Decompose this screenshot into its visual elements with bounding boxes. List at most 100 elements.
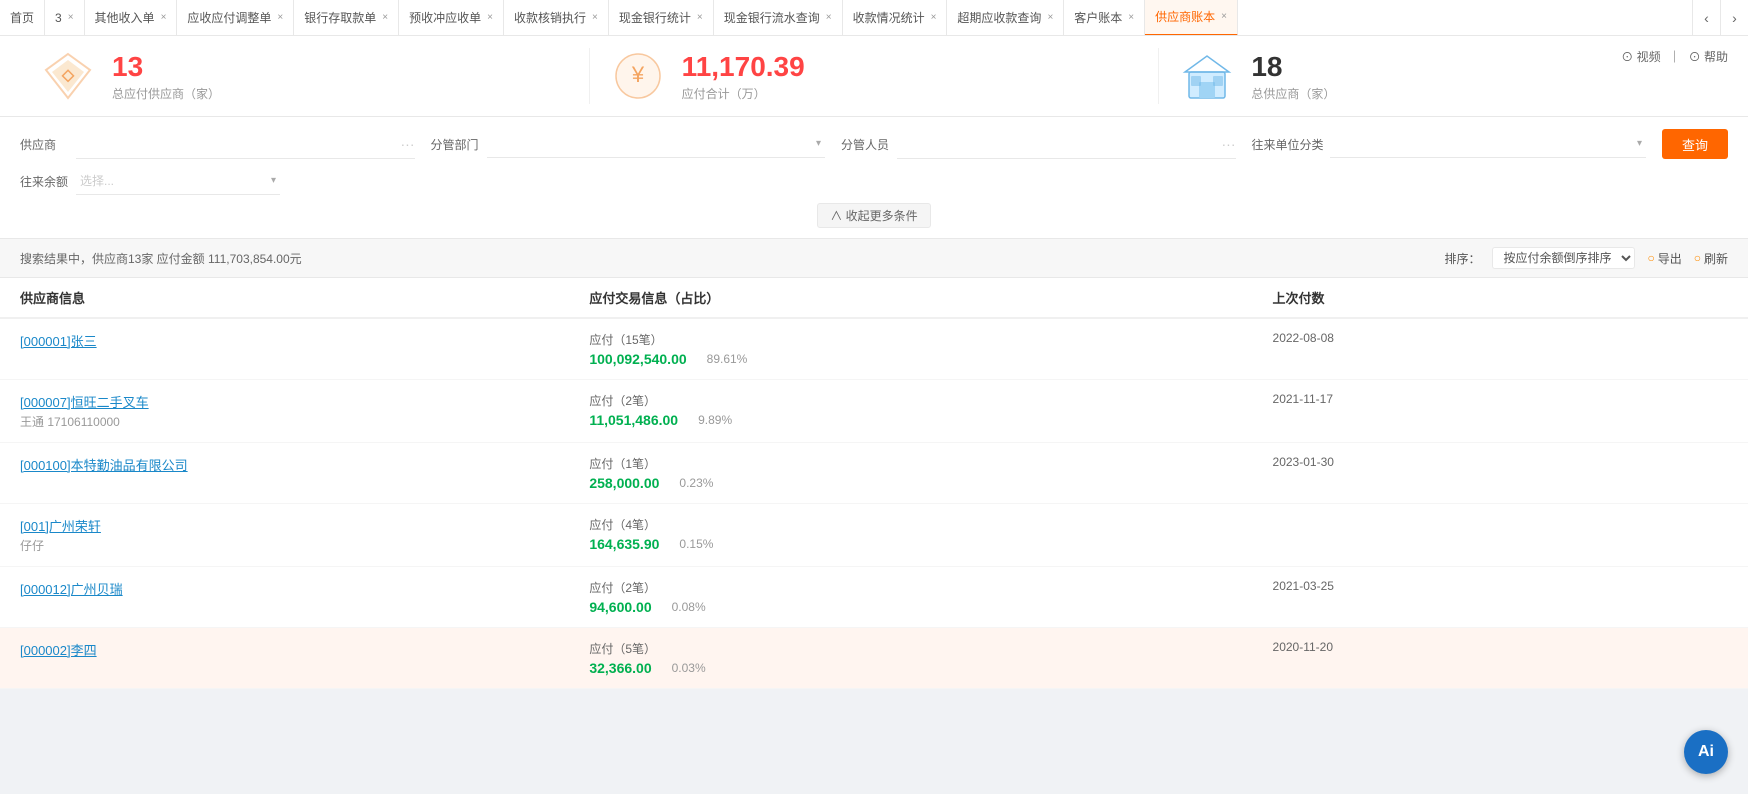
result-actions: 排序： 按应付余额倒序排序 ○ 导出 ○ 刷新 xyxy=(1444,247,1728,269)
summary-text-total: 18 总供应商（家） xyxy=(1251,50,1335,103)
close-icon[interactable]: × xyxy=(931,12,937,23)
supplier-name-link-1[interactable]: [000001]张三 xyxy=(20,331,589,350)
supplier-contact-2: 王通 17106110000 xyxy=(20,413,589,430)
summary-card-suppliers: ◇ 13 总应付供应商（家） xyxy=(20,48,589,104)
trans-row-1: 100,092,540.00 89.61% xyxy=(589,351,1272,367)
close-icon[interactable]: × xyxy=(592,12,598,23)
trans-pct-2: 9.89% xyxy=(698,413,732,427)
transaction-info-3: 应付（1笔） 258,000.00 0.23% xyxy=(589,455,1272,491)
close-icon[interactable]: × xyxy=(826,12,832,23)
supplier-name-link-6[interactable]: [000002]李四 xyxy=(20,640,589,659)
sort-select[interactable]: 按应付余额倒序排序 xyxy=(1492,247,1635,269)
nav-tab-cash-bank-stats[interactable]: 现金银行统计 × xyxy=(609,0,714,36)
nav-tab-receipt-stats-label: 收款情况统计 xyxy=(853,9,925,26)
filter-dept: 分管部门 ▾ xyxy=(431,130,826,158)
nav-tab-prepay[interactable]: 预收冲应收单 × xyxy=(399,0,504,36)
trans-amount-3[interactable]: 258,000.00 xyxy=(589,475,659,491)
nav-tab-other-income[interactable]: 其他收入单 × xyxy=(85,0,178,36)
transaction-info-5: 应付（2笔） 94,600.00 0.08% xyxy=(589,579,1272,615)
supplier-dots-icon[interactable]: ··· xyxy=(401,136,415,152)
nav-tab-receipt-stats[interactable]: 收款情况统计 × xyxy=(843,0,948,36)
nav-tab-3[interactable]: 3 × xyxy=(45,0,85,36)
supplier-name-link-4[interactable]: [001]广州荣轩 xyxy=(20,516,589,535)
trans-pct-5: 0.08% xyxy=(672,600,706,614)
close-icon[interactable]: × xyxy=(697,12,703,23)
table-row: [000002]李四 应付（5笔） 32,366.00 0.03% 2020-1… xyxy=(0,628,1748,689)
nav-next-arrow[interactable]: › xyxy=(1720,0,1748,36)
nav-tab-overdue-ar[interactable]: 超期应收款查询 × xyxy=(947,0,1064,36)
nav-tab-home-label: 首页 xyxy=(10,9,34,26)
top-navigation: 首页 3 × 其他收入单 × 应收应付调整单 × 银行存取款单 × 预收冲应收单… xyxy=(0,0,1748,36)
nav-tab-bank-deposit[interactable]: 银行存取款单 × xyxy=(294,0,399,36)
supplier-info-6: [000002]李四 xyxy=(20,640,589,659)
nav-tab-customer-account-label: 客户账本 xyxy=(1074,9,1122,26)
trans-amount-4[interactable]: 164,635.90 xyxy=(589,536,659,552)
unit-class-select[interactable] xyxy=(1330,130,1646,158)
trans-amount-1[interactable]: 100,092,540.00 xyxy=(589,351,686,367)
close-icon[interactable]: × xyxy=(1128,12,1134,23)
top-right-links: ⊙ 视频 ｜ ⊙ 帮助 xyxy=(1621,48,1728,65)
nav-tab-customer-account[interactable]: 客户账本 × xyxy=(1064,0,1145,36)
summary-card-payable: ¥ 11,170.39 应付合计（万） xyxy=(589,48,1159,104)
payable-label: 应付合计（万） xyxy=(682,85,805,102)
supplier-contact-4: 仔仔 xyxy=(20,537,589,554)
nav-tab-supplier-account[interactable]: 供应商账本 × xyxy=(1145,0,1238,36)
supplier-name-link-3[interactable]: [000100]本特勤油品有限公司 xyxy=(20,455,589,474)
trans-pct-1: 89.61% xyxy=(707,352,748,366)
person-dots-icon[interactable]: ··· xyxy=(1222,136,1236,152)
query-button[interactable]: 查询 xyxy=(1662,129,1728,159)
balance-select-wrapper: 选择... ▾ xyxy=(76,167,280,195)
result-bar: 搜索结果中，供应商13家 应付金额 111,703,854.00元 排序： 按应… xyxy=(0,239,1748,278)
trans-amount-2[interactable]: 11,051,486.00 xyxy=(589,412,678,428)
trans-amount-6[interactable]: 32,366.00 xyxy=(589,660,651,676)
nav-tab-home[interactable]: 首页 xyxy=(0,0,45,36)
trans-pct-3: 0.23% xyxy=(679,476,713,490)
close-icon[interactable]: × xyxy=(487,12,493,23)
nav-tab-receipt-verify[interactable]: 收款核销执行 × xyxy=(504,0,609,36)
refresh-button[interactable]: ○ 刷新 xyxy=(1694,250,1728,267)
supplier-name-link-2[interactable]: [000007]恒旺二手叉车 xyxy=(20,392,589,411)
table-row: [000007]恒旺二手叉车 王通 17106110000 应付（2笔） 11,… xyxy=(0,380,1748,443)
person-input[interactable] xyxy=(897,130,1222,158)
close-icon[interactable]: × xyxy=(1047,12,1053,23)
close-icon[interactable]: × xyxy=(1221,11,1227,22)
last-pay-date-1: 2022-08-08 xyxy=(1273,331,1334,345)
supplier-name-link-5[interactable]: [000012]广州贝瑞 xyxy=(20,579,589,598)
supplier-input[interactable] xyxy=(76,130,401,158)
close-icon[interactable]: × xyxy=(161,12,167,23)
trans-row-3: 258,000.00 0.23% xyxy=(589,475,1272,491)
transaction-info-4: 应付（4笔） 164,635.90 0.15% xyxy=(589,516,1272,552)
nav-tab-overdue-ar-label: 超期应收款查询 xyxy=(957,9,1041,26)
nav-tab-ar-adjustment-label: 应收应付调整单 xyxy=(187,9,271,26)
trans-detail-4: 应付（4笔） 164,635.90 0.15% xyxy=(589,516,1272,552)
table-row: [001]广州荣轩 仔仔 应付（4笔） 164,635.90 0.15% xyxy=(0,504,1748,567)
nav-tab-supplier-account-label: 供应商账本 xyxy=(1155,8,1215,25)
close-icon[interactable]: × xyxy=(68,12,74,23)
nav-prev-arrow[interactable]: ‹ xyxy=(1692,0,1720,36)
trans-detail-2: 应付（2笔） 11,051,486.00 9.89% xyxy=(589,392,1272,428)
summary-icon-diamond: ◇ xyxy=(40,48,96,104)
dept-select-wrapper: ▾ xyxy=(487,130,826,158)
dept-select[interactable] xyxy=(487,130,826,158)
video-link[interactable]: ⊙ 视频 xyxy=(1621,48,1660,65)
help-link[interactable]: ⊙ 帮助 xyxy=(1689,48,1728,65)
nav-tab-ar-adjustment[interactable]: 应收应付调整单 × xyxy=(177,0,294,36)
sort-label: 排序： xyxy=(1444,250,1480,267)
lastpay-3: 2023-01-30 xyxy=(1273,455,1728,469)
close-icon[interactable]: × xyxy=(382,12,388,23)
supplier-info-5: [000012]广州贝瑞 xyxy=(20,579,589,598)
nav-tab-other-income-label: 其他收入单 xyxy=(95,9,155,26)
ai-button[interactable]: Ai xyxy=(1684,730,1728,774)
nav-tab-cash-bank-flow[interactable]: 现金银行流水查询 × xyxy=(714,0,843,36)
collapse-filter-button[interactable]: ∧ 收起更多条件 xyxy=(817,203,930,228)
summary-text-payable: 11,170.39 应付合计（万） xyxy=(682,50,805,103)
balance-select[interactable]: 选择... xyxy=(76,167,280,195)
export-button[interactable]: ○ 导出 xyxy=(1647,250,1681,267)
supplier-info-1: [000001]张三 xyxy=(20,331,589,350)
close-icon[interactable]: × xyxy=(277,12,283,23)
header-supplier: 供应商信息 xyxy=(20,288,589,307)
trans-row-5: 94,600.00 0.08% xyxy=(589,599,1272,615)
filter-row-1: 供应商 ··· 分管部门 ▾ 分管人员 ··· xyxy=(20,129,1728,159)
trans-row-6: 32,366.00 0.03% xyxy=(589,660,1272,676)
trans-amount-5[interactable]: 94,600.00 xyxy=(589,599,651,615)
